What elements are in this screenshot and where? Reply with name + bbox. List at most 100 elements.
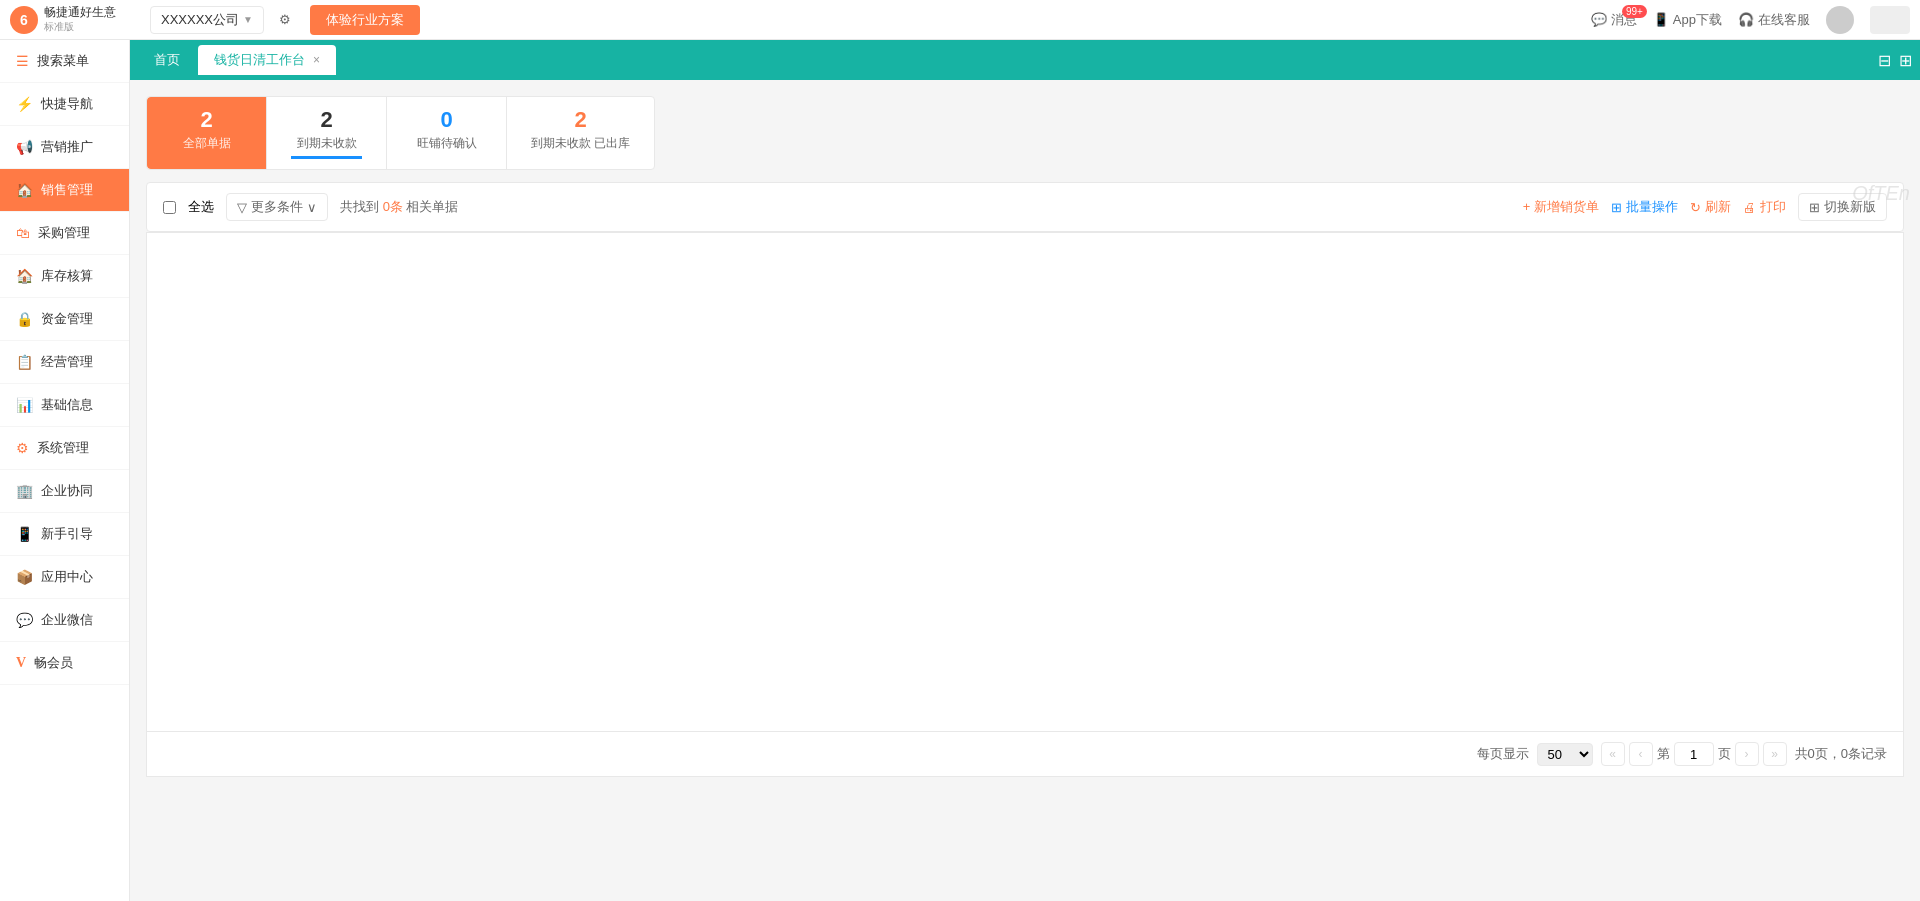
base-info-icon: 📊 (16, 397, 33, 413)
operation-icon: 📋 (16, 354, 33, 370)
tab-close-icon[interactable]: × (313, 53, 320, 67)
sidebar-item-inventory[interactable]: 🏠 库存核算 (0, 255, 129, 298)
page-total: 共0页，0条记录 (1795, 745, 1887, 763)
print-icon: 🖨 (1743, 200, 1756, 215)
sidebar-item-finance[interactable]: 🔒 资金管理 (0, 298, 129, 341)
per-page-select[interactable]: 50 100 200 (1537, 743, 1593, 766)
sidebar: ☰ 搜索菜单 ⚡ 快捷导航 📢 营销推广 🏠 销售管理 🛍 采购管理 🏠 库存核… (0, 40, 130, 901)
page-nav: « ‹ 第 页 › » (1601, 742, 1787, 766)
sidebar-label: 销售管理 (41, 181, 93, 199)
stat-label-pending: 旺铺待确认 (411, 135, 482, 152)
online-service-label: 在线客服 (1758, 11, 1810, 29)
prev-page-button[interactable]: ‹ (1629, 742, 1653, 766)
guide-icon: 📱 (16, 526, 33, 542)
page-input[interactable] (1674, 742, 1714, 766)
sidebar-item-app-center[interactable]: 📦 应用中心 (0, 556, 129, 599)
sidebar-label: 新手引导 (41, 525, 93, 543)
sidebar-label: 企业协同 (41, 482, 93, 500)
stat-tab-all[interactable]: 2 全部单据 (147, 97, 267, 169)
last-page-button[interactable]: » (1763, 742, 1787, 766)
stat-tab-pending[interactable]: 0 旺铺待确认 (387, 97, 507, 169)
filter-button[interactable]: ▽ 更多条件 ∨ (226, 193, 328, 221)
company-name: XXXXXX公司 (161, 11, 239, 29)
batch-label: 批量操作 (1626, 198, 1678, 216)
select-all-checkbox[interactable] (163, 201, 176, 214)
sidebar-item-marketing[interactable]: 📢 营销推广 (0, 126, 129, 169)
sidebar-item-search-menu[interactable]: ☰ 搜索菜单 (0, 40, 129, 83)
download-icon: 📱 (1653, 12, 1669, 27)
overdue-underline (291, 156, 362, 159)
message-button[interactable]: 💬 消息 99+ (1591, 11, 1637, 29)
trial-button[interactable]: 体验行业方案 (310, 5, 420, 35)
toolbar: 全选 ▽ 更多条件 ∨ 共找到 0条 相关单据 + 新增销货单 ⊞ 批量操作 ↻… (146, 182, 1904, 232)
logo-text: 畅捷通好生意 (44, 5, 116, 21)
filter-label: 更多条件 (251, 198, 303, 216)
print-label: 打印 (1760, 198, 1786, 216)
enterprise-icon: 🏢 (16, 483, 33, 499)
sidebar-item-operation[interactable]: 📋 经营管理 (0, 341, 129, 384)
tab-qianhuo[interactable]: 钱货日清工作台 × (198, 45, 336, 75)
table-container (146, 232, 1904, 732)
add-sale-button[interactable]: + 新增销货单 (1523, 198, 1599, 216)
toolbar-left: 全选 ▽ 更多条件 ∨ 共找到 0条 相关单据 (163, 193, 1511, 221)
inventory-icon: 🏠 (16, 268, 33, 284)
sidebar-item-base-info[interactable]: 📊 基础信息 (0, 384, 129, 427)
member-icon: V (16, 655, 26, 671)
stat-tab-shipped[interactable]: 2 到期未收款 已出库 (507, 97, 654, 169)
sidebar-item-guide[interactable]: 📱 新手引导 (0, 513, 129, 556)
stat-num-pending: 0 (411, 107, 482, 133)
online-service-button[interactable]: 🎧 在线客服 (1738, 11, 1810, 29)
app-download-button[interactable]: 📱 App下载 (1653, 11, 1722, 29)
sidebar-item-member[interactable]: V 畅会员 (0, 642, 129, 685)
main-content: 2 全部单据 2 到期未收款 0 旺铺待确认 2 到期未收款 已出库 全选 ▽ … (130, 80, 1920, 901)
refresh-label: 刷新 (1705, 198, 1731, 216)
sales-icon: 🏠 (16, 182, 33, 198)
message-badge: 99+ (1622, 5, 1647, 18)
service-icon: 🎧 (1738, 12, 1754, 27)
sidebar-item-system[interactable]: ⚙ 系统管理 (0, 427, 129, 470)
switch-version-button[interactable]: ⊞ 切换新版 (1798, 193, 1887, 221)
company-selector[interactable]: XXXXXX公司 ▼ (150, 6, 264, 34)
sidebar-item-sales[interactable]: 🏠 销售管理 (0, 169, 129, 212)
batch-icon: ⊞ (1611, 200, 1622, 215)
sidebar-label: 经营管理 (41, 353, 93, 371)
sidebar-label: 采购管理 (38, 224, 90, 242)
quick-nav-icon: ⚡ (16, 96, 33, 112)
minimize-icon[interactable]: ⊟ (1878, 51, 1891, 70)
top-header: 6 畅捷通好生意 标准版 XXXXXX公司 ▼ ⚙ 体验行业方案 💬 消息 99… (0, 0, 1920, 40)
found-count: 0条 (383, 199, 403, 214)
tab-home[interactable]: 首页 (138, 43, 196, 77)
sidebar-label: 库存核算 (41, 267, 93, 285)
stat-tab-overdue[interactable]: 2 到期未收款 (267, 97, 387, 169)
system-icon: ⚙ (16, 440, 29, 456)
stat-label-overdue: 到期未收款 (291, 135, 362, 152)
settings-button[interactable]: ⚙ (270, 5, 300, 35)
expand-icon[interactable]: ⊞ (1899, 51, 1912, 70)
switch-label: 切换新版 (1824, 198, 1876, 216)
sidebar-label: 企业微信 (41, 611, 93, 629)
refresh-button[interactable]: ↻ 刷新 (1690, 198, 1731, 216)
sidebar-item-quick-nav[interactable]: ⚡ 快捷导航 (0, 83, 129, 126)
sidebar-item-wechat[interactable]: 💬 企业微信 (0, 599, 129, 642)
first-page-button[interactable]: « (1601, 742, 1625, 766)
purchase-icon: 🛍 (16, 225, 30, 241)
print-button[interactable]: 🖨 打印 (1743, 198, 1786, 216)
stat-num-shipped: 2 (531, 107, 630, 133)
tab-actions: ⊟ ⊞ (1878, 51, 1912, 70)
sidebar-item-purchase[interactable]: 🛍 采购管理 (0, 212, 129, 255)
page-suffix: 页 (1718, 745, 1731, 763)
sidebar-label: 应用中心 (41, 568, 93, 586)
next-page-button[interactable]: › (1735, 742, 1759, 766)
avatar[interactable] (1826, 6, 1854, 34)
app-center-icon: 📦 (16, 569, 33, 585)
user-info[interactable] (1870, 6, 1910, 34)
stat-label-shipped: 到期未收款 已出库 (531, 135, 630, 152)
sidebar-label: 资金管理 (41, 310, 93, 328)
sidebar-label: 快捷导航 (41, 95, 93, 113)
found-text: 共找到 0条 相关单据 (340, 198, 458, 216)
stat-label-all: 全部单据 (171, 135, 242, 152)
sidebar-item-enterprise[interactable]: 🏢 企业协同 (0, 470, 129, 513)
batch-operation-button[interactable]: ⊞ 批量操作 (1611, 198, 1678, 216)
message-icon: 💬 (1591, 12, 1607, 27)
finance-icon: 🔒 (16, 311, 33, 327)
